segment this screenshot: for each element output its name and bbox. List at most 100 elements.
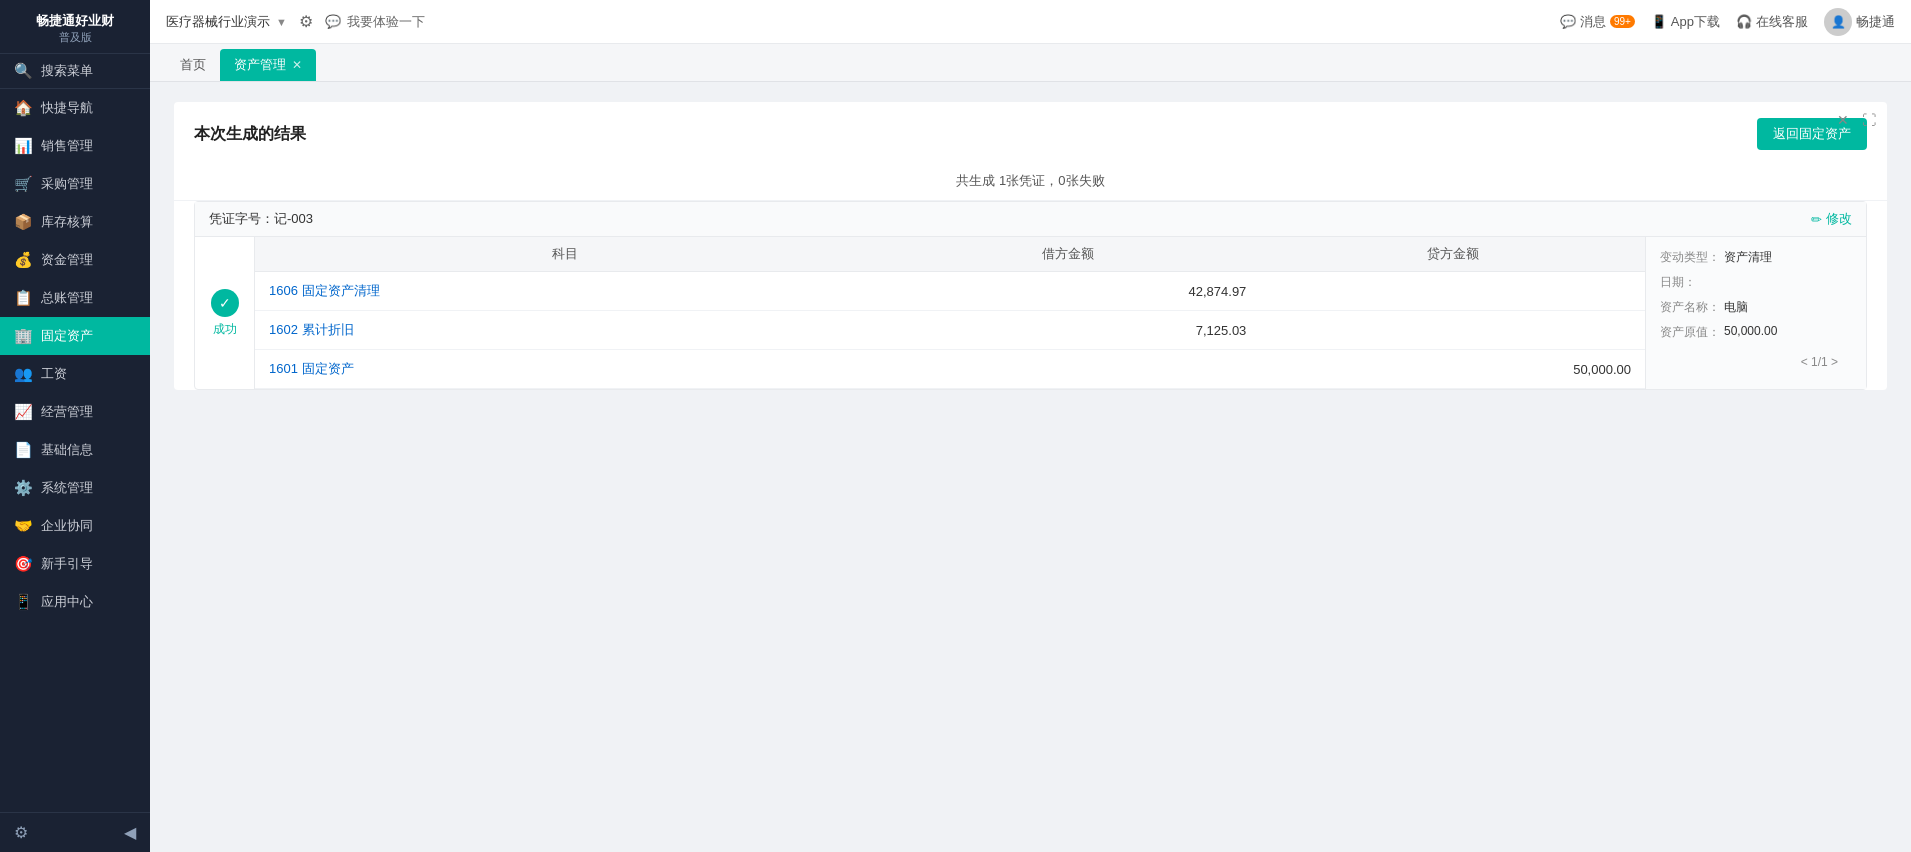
sidebar-logo: 畅捷通好业财 普及版 (0, 0, 150, 54)
sidebar-item-label: 总账管理 (41, 289, 93, 307)
purchase-icon: 🛒 (14, 175, 33, 193)
original-value-value: 50,000.00 (1724, 324, 1777, 341)
table-row: 1606 固定资产清理 42,874.97 (255, 272, 1645, 311)
sidebar-item-salary[interactable]: 👥 工资 (0, 355, 150, 393)
nav-tabs: 首页 资产管理 ✕ (150, 44, 1911, 82)
inventory-icon: 📦 (14, 213, 33, 231)
settings-footer-icon[interactable]: ⚙ (14, 823, 28, 842)
main-area: 医疗器械行业演示 ▼ ⚙ 💬 我要体验一下 💬 消息 99+ 📱 App下载 🎧… (150, 0, 1911, 852)
app-edition: 普及版 (59, 30, 92, 45)
sidebar-item-label: 资金管理 (41, 251, 93, 269)
avatar: 👤 (1824, 8, 1852, 36)
sidebar-item-enterprise[interactable]: 🤝 企业协同 (0, 507, 150, 545)
sidebar-item-label: 基础信息 (41, 441, 93, 459)
row2-account: 1602 累计折旧 (255, 311, 876, 350)
float-actions: ✕ ⛶ (1825, 102, 1887, 138)
sidebar-item-label: 销售管理 (41, 137, 93, 155)
success-indicator: ✓ 成功 (195, 237, 255, 389)
edit-button[interactable]: ✏ 修改 (1811, 210, 1852, 228)
expand-panel-button[interactable]: ⛶ (1857, 108, 1881, 132)
side-original-value: 资产原值： 50,000.00 (1660, 324, 1852, 341)
asset-name-label: 资产名称： (1660, 299, 1720, 316)
home-icon: 🏠 (14, 99, 33, 117)
sidebar-item-operations[interactable]: 📈 经营管理 (0, 393, 150, 431)
experience-button[interactable]: 💬 我要体验一下 (325, 13, 425, 31)
success-check-icon: ✓ (211, 289, 239, 317)
sidebar-item-capital[interactable]: 💰 资金管理 (0, 241, 150, 279)
fixed-assets-icon: 🏢 (14, 327, 33, 345)
sidebar: 畅捷通好业财 普及版 🔍 搜索菜单 🏠 快捷导航 📊 销售管理 🛒 采购管理 📦… (0, 0, 150, 852)
sidebar-item-label: 经营管理 (41, 403, 93, 421)
sidebar-item-fixed-assets[interactable]: 🏢 固定资产 (0, 317, 150, 355)
sidebar-item-app-center[interactable]: 📱 应用中心 (0, 583, 150, 621)
app-download-button[interactable]: 📱 App下载 (1651, 13, 1720, 31)
sidebar-nav: 🔍 搜索菜单 🏠 快捷导航 📊 销售管理 🛒 采购管理 📦 库存核算 💰 资金管… (0, 54, 150, 812)
user-menu[interactable]: 👤 畅捷通 (1824, 8, 1895, 36)
username: 畅捷通 (1856, 13, 1895, 31)
row1-credit (1260, 272, 1645, 311)
sidebar-item-label: 采购管理 (41, 175, 93, 193)
voucher-header: 凭证字号：记-003 ✏ 修改 (195, 202, 1866, 237)
side-change-type: 变动类型： 资产清理 (1660, 249, 1852, 266)
sidebar-footer: ⚙ ◀ (0, 812, 150, 852)
service-label: 在线客服 (1756, 13, 1808, 31)
message-label: 消息 (1580, 13, 1606, 31)
change-type-label: 变动类型： (1660, 249, 1720, 266)
sidebar-search[interactable]: 🔍 搜索菜单 (0, 54, 150, 89)
change-type-value: 资产清理 (1724, 249, 1772, 266)
ledger-icon: 📋 (14, 289, 33, 307)
sidebar-item-label: 工资 (41, 365, 67, 383)
row2-credit (1260, 311, 1645, 350)
result-summary: 共生成 1张凭证，0张失败 (174, 162, 1887, 201)
sidebar-item-ledger[interactable]: 📋 总账管理 (0, 279, 150, 317)
result-header: 本次生成的结果 返回固定资产 (174, 102, 1887, 162)
sidebar-item-label: 快捷导航 (41, 99, 93, 117)
guide-icon: 🎯 (14, 555, 33, 573)
topbar-settings-button[interactable]: ⚙ (299, 12, 313, 31)
salary-icon: 👥 (14, 365, 33, 383)
tab-asset-manage[interactable]: 资产管理 ✕ (220, 49, 316, 81)
experience-icon: 💬 (325, 14, 341, 29)
voucher-pagination[interactable]: < 1/1 > (1660, 349, 1852, 375)
message-button[interactable]: 💬 消息 99+ (1560, 13, 1635, 31)
tab-home-label: 首页 (180, 56, 206, 74)
sidebar-item-purchase[interactable]: 🛒 采购管理 (0, 165, 150, 203)
sidebar-item-sales[interactable]: 📊 销售管理 (0, 127, 150, 165)
tab-asset-manage-label: 资产管理 (234, 56, 286, 74)
edit-label: 修改 (1826, 210, 1852, 228)
service-button[interactable]: 🎧 在线客服 (1736, 13, 1808, 31)
tab-home[interactable]: 首页 (166, 49, 220, 81)
company-selector[interactable]: 医疗器械行业演示 ▼ (166, 13, 287, 31)
sidebar-item-system[interactable]: ⚙️ 系统管理 (0, 469, 150, 507)
row3-credit: 50,000.00 (1260, 350, 1645, 389)
result-panel: 本次生成的结果 返回固定资产 ✕ ⛶ 共生成 1张凭证，0张失败 凭证字号：记-… (174, 102, 1887, 390)
sidebar-item-quick-nav[interactable]: 🏠 快捷导航 (0, 89, 150, 127)
row1-debit: 42,874.97 (876, 272, 1261, 311)
sidebar-item-label: 新手引导 (41, 555, 93, 573)
sidebar-item-basic-info[interactable]: 📄 基础信息 (0, 431, 150, 469)
topbar: 医疗器械行业演示 ▼ ⚙ 💬 我要体验一下 💬 消息 99+ 📱 App下载 🎧… (150, 0, 1911, 44)
row3-account: 1601 固定资产 (255, 350, 876, 389)
page-title: 本次生成的结果 (194, 124, 306, 145)
sidebar-item-label: 应用中心 (41, 593, 93, 611)
operations-icon: 📈 (14, 403, 33, 421)
side-date: 日期： (1660, 274, 1852, 291)
sidebar-item-inventory[interactable]: 📦 库存核算 (0, 203, 150, 241)
original-value-label: 资产原值： (1660, 324, 1720, 341)
voucher-table: 科目 借方金额 贷方金额 1606 固定资产清理 42,874.97 (255, 237, 1646, 389)
asset-name-value: 电脑 (1724, 299, 1748, 316)
tab-close-icon[interactable]: ✕ (292, 58, 302, 72)
basic-info-icon: 📄 (14, 441, 33, 459)
col-account: 科目 (255, 237, 876, 272)
date-label: 日期： (1660, 274, 1716, 291)
company-dropdown-arrow: ▼ (276, 16, 287, 28)
table-row: 1601 固定资产 50,000.00 (255, 350, 1645, 389)
sidebar-item-label: 固定资产 (41, 327, 93, 345)
sidebar-item-guide[interactable]: 🎯 新手引导 (0, 545, 150, 583)
close-panel-button[interactable]: ✕ (1831, 108, 1855, 132)
topbar-left: 医疗器械行业演示 ▼ ⚙ 💬 我要体验一下 (166, 12, 425, 31)
table-row: 1602 累计折旧 7,125.03 (255, 311, 1645, 350)
collapse-icon[interactable]: ◀ (124, 823, 136, 842)
edit-icon: ✏ (1811, 212, 1822, 227)
success-text: 成功 (213, 321, 237, 338)
